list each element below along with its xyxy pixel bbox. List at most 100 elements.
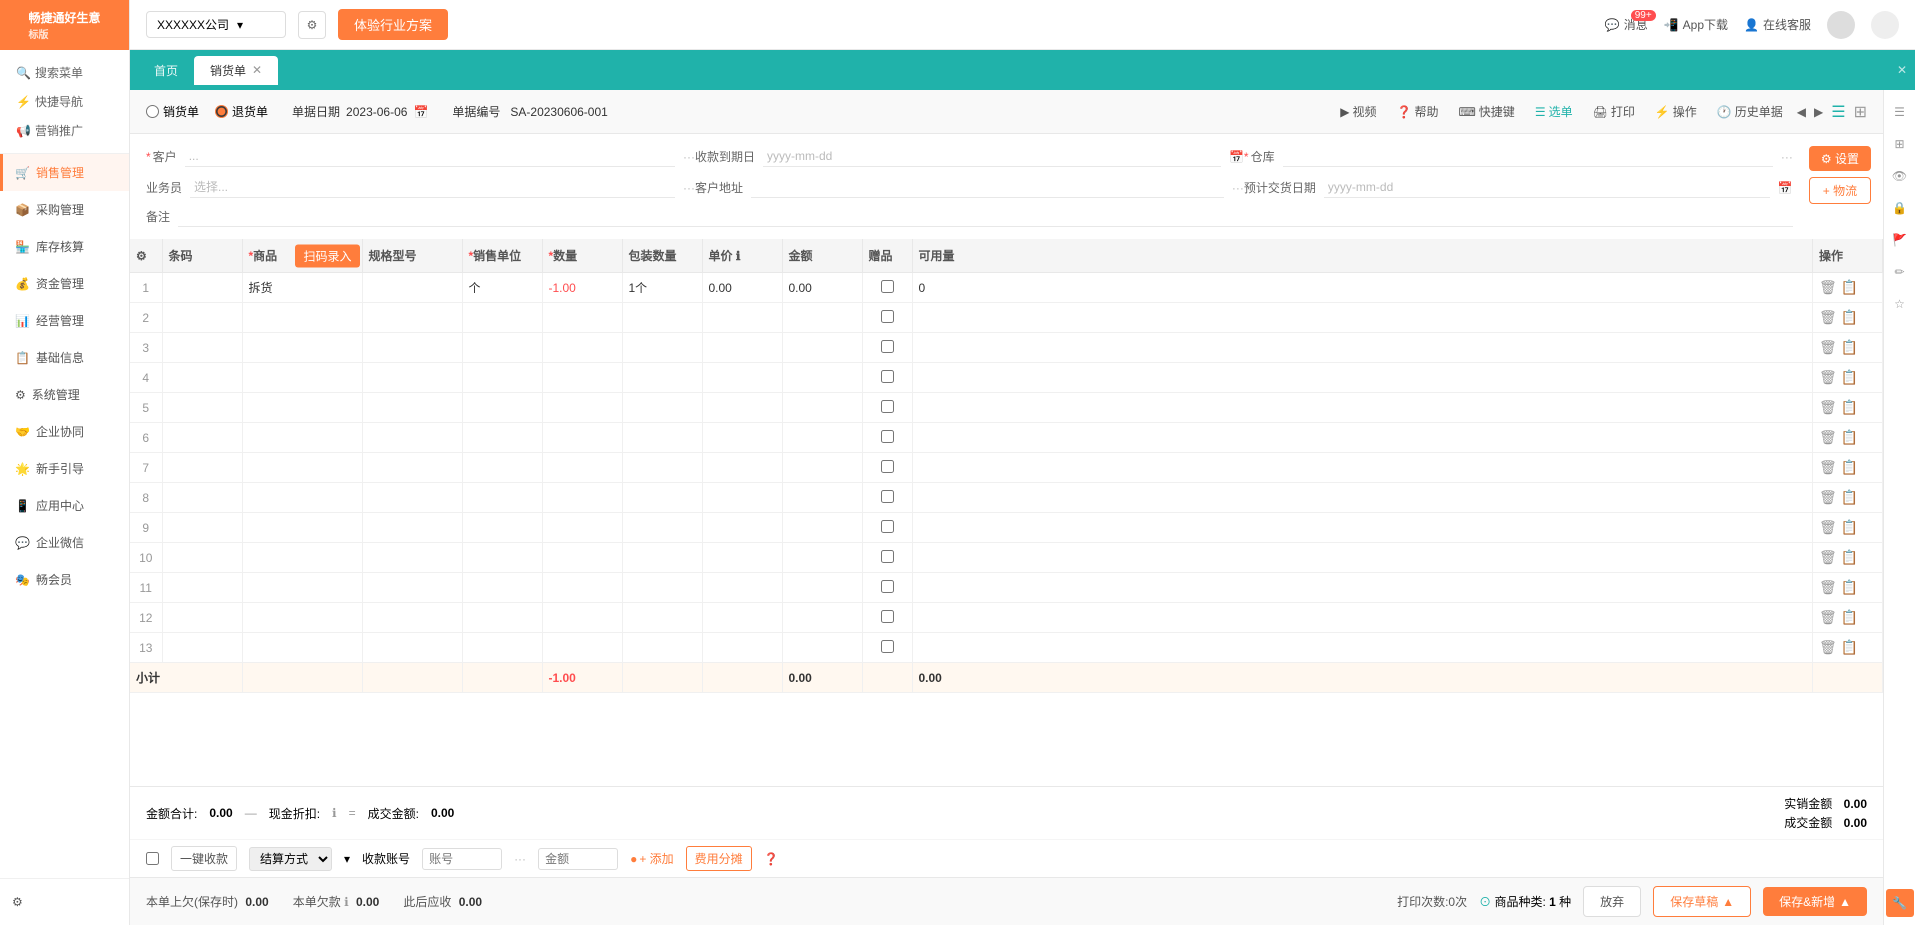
sidebar-item-marketing[interactable]: 📢 营销推广 [8,116,121,145]
product-1[interactable]: 拆货 [242,273,362,303]
delete-row-11-btn[interactable]: 🗑 [1819,579,1837,596]
sidebar-item-guide[interactable]: 🌟 新手引导 [0,450,129,487]
calendar-icon[interactable]: 📅 [413,105,428,119]
sidebar-item-inventory[interactable]: 🏪 库存核算 [0,228,129,265]
sidebar-bottom-settings[interactable]: ⚙ [0,887,129,917]
th-settings[interactable]: ⚙ [130,239,162,273]
help-btn[interactable]: ❓ 帮助 [1391,100,1445,123]
right-sidebar-edit-btn[interactable]: ✏ [1886,258,1914,286]
print-btn[interactable]: 🖨 打印 [1587,100,1641,123]
sidebar-item-operations[interactable]: 📊 经营管理 [0,302,129,339]
right-sidebar-lock-btn[interactable]: 🔒 [1886,194,1914,222]
settlement-select[interactable]: 结算方式 [249,847,332,871]
expected-date-calendar-icon[interactable]: 📅 [1778,181,1793,195]
sidebar-item-collab[interactable]: 🤝 企业协同 [0,413,129,450]
delete-row-6-btn[interactable]: 🗑 [1819,429,1837,446]
sidebar-item-apps[interactable]: 📱 应用中心 [0,487,129,524]
copy-row-7-btn[interactable]: 📋 [1841,459,1858,476]
app-download-button[interactable]: 📲 App下载 [1664,16,1728,33]
copy-row-10-btn[interactable]: 📋 [1841,549,1858,566]
product-kind-icon[interactable]: ⊙ [1479,895,1491,909]
right-sidebar-tool-btn[interactable]: 🔧 [1886,889,1914,917]
copy-row-8-btn[interactable]: 📋 [1841,489,1858,506]
shortcut-btn[interactable]: ⌨ 快捷键 [1452,100,1520,123]
expected-date-input[interactable] [1324,177,1770,198]
tab-home[interactable]: 首页 [138,56,194,85]
table-scroll[interactable]: ⚙ 条码 *商品 扫码录入 规格型号 *销售单位 *数量 包装数 [130,239,1883,786]
video-btn[interactable]: ▶ 视频 [1334,100,1382,123]
delete-row-12-btn[interactable]: 🗑 [1819,609,1837,626]
radio-return[interactable]: 退货单 [215,103,268,120]
save-new-button[interactable]: 保存&新增 ▲ [1763,887,1867,916]
warehouse-input[interactable]: 建材仓 [1283,146,1773,167]
sidebar-item-basicinfo[interactable]: 📋 基础信息 [0,339,129,376]
copy-row-13-btn[interactable]: 📋 [1841,639,1858,656]
operations-btn[interactable]: ⚡ 操作 [1649,100,1703,123]
copy-row-12-btn[interactable]: 📋 [1841,609,1858,626]
view-grid-icon[interactable]: ⊞ [1854,102,1867,122]
close-all-icon[interactable]: ✕ [1897,63,1907,77]
spec-1[interactable] [362,273,462,303]
customer-addr-input[interactable] [751,177,1224,198]
right-sidebar-eye-btn[interactable]: 👁 [1886,162,1914,190]
unit-1[interactable]: 个 [462,273,542,303]
delete-row-2-btn[interactable]: 🗑 [1819,309,1837,326]
user-avatar[interactable] [1827,11,1855,39]
delete-row-1-btn[interactable]: 🗑 [1819,279,1837,296]
copy-row-5-btn[interactable]: 📋 [1841,399,1858,416]
barcode-1[interactable] [162,273,242,303]
customer-more-icon[interactable]: ··· [683,150,695,164]
product-2[interactable] [242,303,362,333]
one-click-payment-btn[interactable]: 一键收款 [171,846,237,871]
nav-next-icon[interactable]: ▶ [1814,105,1823,119]
due-date-calendar-icon[interactable]: 📅 [1229,150,1244,164]
one-click-checkbox[interactable] [146,852,159,865]
sidebar-item-sales[interactable]: 🛒 销售管理 [0,154,129,191]
right-sidebar-grid-btn[interactable]: ⊞ [1886,130,1914,158]
sidebar-item-quicknav[interactable]: ⚡ 快捷导航 [8,87,121,116]
tab-close-icon[interactable]: ✕ [252,63,262,77]
gift-1[interactable] [862,273,912,303]
tab-sales-order[interactable]: 销货单 ✕ [194,56,278,85]
save-draft-button[interactable]: 保存草稿 ▲ [1653,886,1751,917]
amount-input[interactable] [538,848,618,870]
sidebar-item-member[interactable]: 🎭 畅会员 [0,561,129,598]
price-1[interactable]: 0.00 [702,273,782,303]
pkg-qty-1[interactable]: 1个 [622,273,702,303]
qty-1[interactable]: -1.00 [542,273,622,303]
delete-row-3-btn[interactable]: 🗑 [1819,339,1837,356]
right-sidebar-star-btn[interactable]: ☆ [1886,290,1914,318]
radio-return-input[interactable] [215,105,228,118]
sidebar-item-weixin[interactable]: 💬 企业微信 [0,524,129,561]
copy-row-9-btn[interactable]: 📋 [1841,519,1858,536]
message-button[interactable]: 💬 消息 99+ [1605,16,1648,33]
right-sidebar-list-btn[interactable]: ☰ [1886,98,1914,126]
scan-button[interactable]: 扫码录入 [295,244,359,267]
view-list-icon[interactable]: ☰ [1831,102,1845,122]
add-payment-btn[interactable]: ● + 添加 [630,850,674,867]
gift-checkbox-1[interactable] [881,280,894,293]
delete-row-10-btn[interactable]: 🗑 [1819,549,1837,566]
delete-row-7-btn[interactable]: 🗑 [1819,459,1837,476]
note-input[interactable] [178,206,1793,227]
sidebar-item-search[interactable]: 🔍 搜索菜单 [8,58,121,87]
salesman-input[interactable] [190,177,675,198]
right-sidebar-flag-btn[interactable]: 🚩 [1886,226,1914,254]
delete-row-8-btn[interactable]: 🗑 [1819,489,1837,506]
settings-action-btn[interactable]: ⚙ 设置 [1809,146,1871,171]
amount-1[interactable]: 0.00 [782,273,862,303]
history-btn[interactable]: 🕐 历史单据 [1711,100,1789,123]
delete-row-4-btn[interactable]: 🗑 [1819,369,1837,386]
expense-split-btn[interactable]: 费用分摊 [686,846,752,871]
account-input[interactable] [422,848,502,870]
sidebar-item-finance[interactable]: 💰 资金管理 [0,265,129,302]
online-service-button[interactable]: 👤 在线客服 [1744,16,1811,33]
delete-row-13-btn[interactable]: 🗑 [1819,639,1837,656]
warehouse-more-icon[interactable]: ··· [1781,150,1793,164]
due-date-input[interactable] [763,146,1221,167]
barcode-2[interactable] [162,303,242,333]
delete-row-5-btn[interactable]: 🗑 [1819,399,1837,416]
more-icon[interactable]: ··· [514,852,526,866]
copy-row-2-btn[interactable]: 📋 [1841,309,1858,326]
settings-button[interactable]: ⚙ [298,11,326,39]
